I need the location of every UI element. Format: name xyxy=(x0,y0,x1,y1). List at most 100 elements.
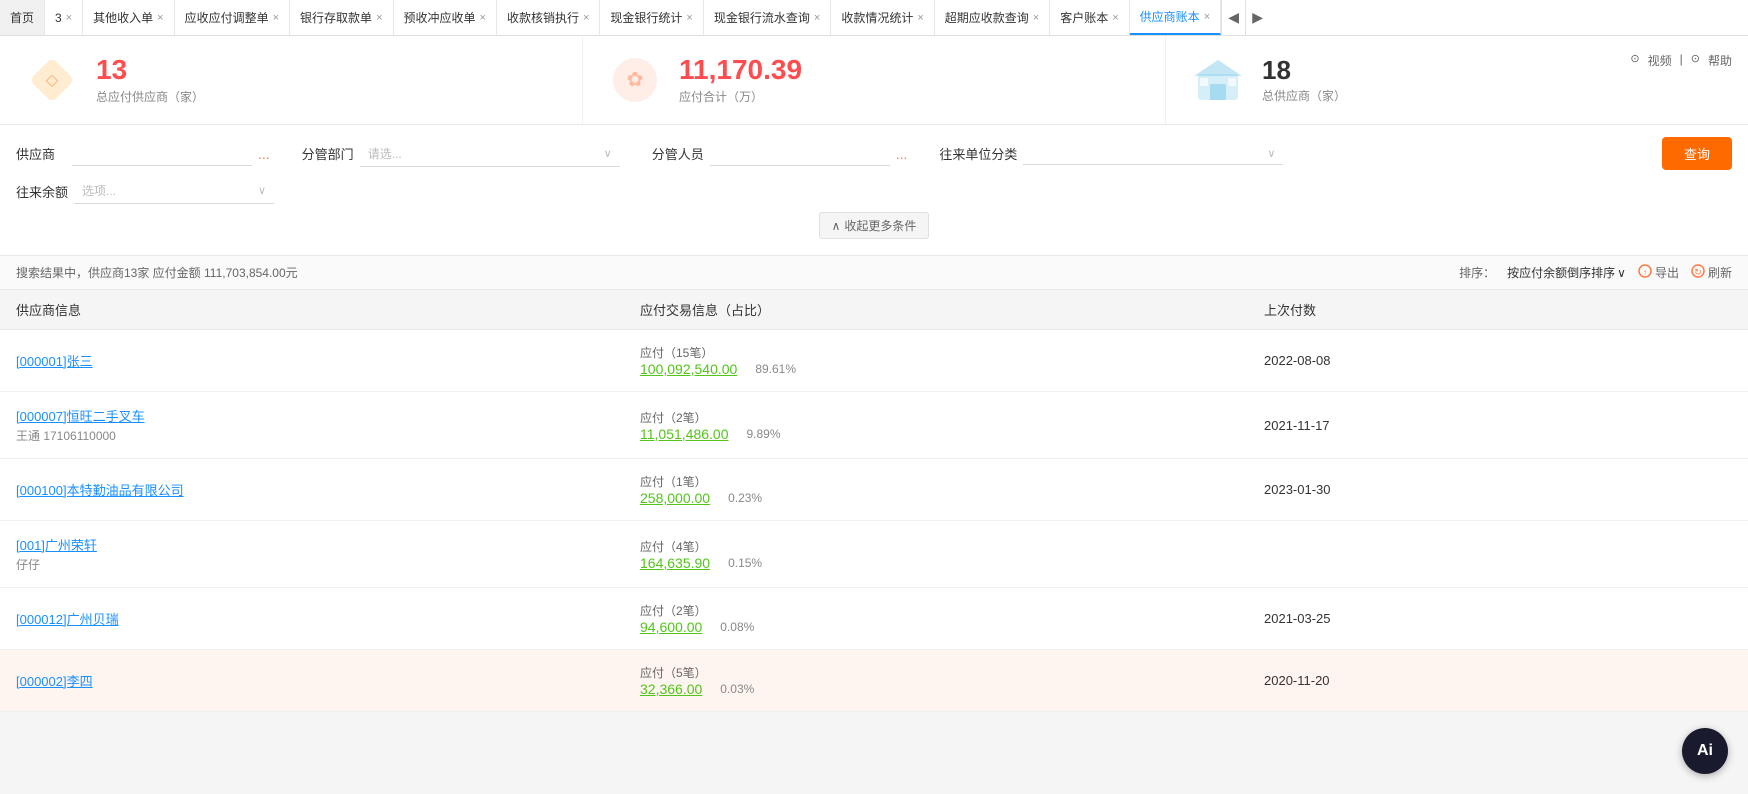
filter-balance: 往来余额 选项... ∨ xyxy=(16,178,274,204)
last-pay-cell-3: 2023-01-30 xyxy=(1264,482,1732,497)
summary-icon-3 xyxy=(1190,52,1246,108)
supplier-sub-4: 仔仔 xyxy=(16,556,640,573)
query-button[interactable]: 查询 xyxy=(1662,137,1732,170)
video-link[interactable]: 视频 xyxy=(1648,52,1672,69)
collapse-label: 收起更多条件 xyxy=(844,217,916,234)
nav-left-arrow[interactable]: ◀ xyxy=(1221,0,1245,35)
close-icon[interactable]: × xyxy=(376,12,382,24)
tx-amount-4[interactable]: 164,635.90 xyxy=(640,555,710,571)
sort-prefix-label: 排序： xyxy=(1459,264,1495,281)
person-filter-label: 分管人员 xyxy=(652,144,704,163)
close-icon[interactable]: × xyxy=(583,12,589,24)
nav-tab-3[interactable]: 3 × xyxy=(45,0,83,35)
col-tx-info: 应付交易信息（占比） xyxy=(640,300,1264,319)
supplier-cell-4: [001]广州荣轩 仔仔 xyxy=(16,535,640,573)
summary-icon-2: ✿ xyxy=(607,52,663,108)
nav-bank-deposit[interactable]: 银行存取款单 × xyxy=(290,0,393,35)
tx-amount-3[interactable]: 258,000.00 xyxy=(640,490,710,506)
supplier-link-3[interactable]: [000100]本特勤油品有限公司 xyxy=(16,480,640,499)
filter-category: 往来单位分类 ∨ xyxy=(939,143,1283,165)
collapse-button[interactable]: ∧ 收起更多条件 xyxy=(819,212,930,239)
nav-ap-adjust[interactable]: 应收应付调整单 × xyxy=(175,0,290,35)
tx-amount-2[interactable]: 11,051,486.00 xyxy=(640,426,729,442)
balance-placeholder: 选项... xyxy=(82,182,116,199)
close-icon[interactable]: × xyxy=(686,12,692,24)
nav-collection-exec[interactable]: 收款核销执行 × xyxy=(497,0,600,35)
summary-text-3: 18 总供应商（家） xyxy=(1262,57,1346,104)
tx-percent-6: 0.03% xyxy=(720,682,754,696)
sort-value-button[interactable]: 按应付余额倒序排序 ∨ xyxy=(1507,264,1626,281)
person-ellipsis[interactable]: ... xyxy=(896,146,908,162)
close-icon[interactable]: × xyxy=(1204,11,1210,23)
supplier-filter-input[interactable] xyxy=(72,142,252,166)
tx-amount-5[interactable]: 94,600.00 xyxy=(640,619,702,635)
nav-cash-bank-flow[interactable]: 现金银行流水查询 × xyxy=(704,0,831,35)
overdue-query-label: 超期应收款查询 xyxy=(945,9,1029,26)
summary-bar: ◇ 13 总应付供应商（家） ✿ 11,170.39 应付合计（万） xyxy=(0,36,1748,125)
nav-customer-ledger[interactable]: 客户账本 × xyxy=(1050,0,1129,35)
summary-icon-1: ◇ xyxy=(24,52,80,108)
help-icon: ⊙ xyxy=(1691,52,1700,69)
rice-icon: ✿ xyxy=(607,52,663,108)
tx-label-4: 应付（4笔） xyxy=(640,538,1264,555)
tx-cell-4: 应付（4笔） 164,635.90 0.15% xyxy=(640,538,1264,571)
balance-chevron-icon: ∨ xyxy=(258,184,266,197)
payable-total-label: 应付合计（万） xyxy=(679,88,802,105)
nav-right-arrow[interactable]: ▶ xyxy=(1245,0,1269,35)
ai-badge[interactable]: Ai xyxy=(1682,728,1728,774)
supplier-link-5[interactable]: [000012]广州贝瑞 xyxy=(16,609,640,628)
close-icon[interactable]: × xyxy=(480,12,486,24)
close-icon[interactable]: × xyxy=(814,12,820,24)
nav-supplier-ledger[interactable]: 供应商账本 × xyxy=(1130,0,1221,35)
table-row: [001]广州荣轩 仔仔 应付（4笔） 164,635.90 0.15% xyxy=(0,521,1748,588)
supplier-ellipsis[interactable]: ... xyxy=(258,146,270,162)
export-button[interactable]: ↑ 导出 xyxy=(1638,264,1679,281)
bank-deposit-label: 银行存取款单 xyxy=(300,9,372,26)
nav-collection-stat[interactable]: 收款情况统计 × xyxy=(831,0,934,35)
table-row: [000001]张三 应付（15笔） 100,092,540.00 89.61%… xyxy=(0,330,1748,392)
close-icon[interactable]: × xyxy=(66,12,72,24)
nav-home[interactable]: 首页 xyxy=(0,0,45,35)
summary-card-payable-total: ✿ 11,170.39 应付合计（万） xyxy=(583,36,1166,124)
nav-other-income[interactable]: 其他收入单 × xyxy=(83,0,174,35)
export-label: 导出 xyxy=(1655,264,1679,281)
nav-cash-bank-stat[interactable]: 现金银行统计 × xyxy=(600,0,703,35)
close-icon[interactable]: × xyxy=(1033,12,1039,24)
close-icon[interactable]: × xyxy=(917,12,923,24)
supplier-link-6[interactable]: [000002]李四 xyxy=(16,671,640,690)
help-link[interactable]: 帮助 xyxy=(1708,52,1732,69)
tx-percent-2: 9.89% xyxy=(747,427,781,441)
nav-advance-collect[interactable]: 预收冲应收单 × xyxy=(394,0,497,35)
last-pay-date-2: 2021-11-17 xyxy=(1264,418,1330,433)
person-filter-input[interactable] xyxy=(710,142,890,166)
tx-cell-5: 应付（2笔） 94,600.00 0.08% xyxy=(640,602,1264,635)
tx-row-5: 94,600.00 0.08% xyxy=(640,619,1264,635)
tx-cell-3: 应付（1笔） 258,000.00 0.23% xyxy=(640,473,1264,506)
store-icon xyxy=(1190,52,1246,108)
dept-filter-select[interactable]: 请选... ∨ xyxy=(360,141,620,167)
refresh-button[interactable]: ↻ 刷新 xyxy=(1691,264,1732,281)
tx-row-1: 100,092,540.00 89.61% xyxy=(640,361,1264,377)
supplier-link-2[interactable]: [000007]恒旺二手叉车 xyxy=(16,406,640,425)
balance-filter-select[interactable]: 选项... ∨ xyxy=(74,178,274,204)
table-header: 供应商信息 应付交易信息（占比） 上次付数 xyxy=(0,290,1748,330)
tx-label-6: 应付（5笔） xyxy=(640,664,1264,681)
nav-overdue-query[interactable]: 超期应收款查询 × xyxy=(935,0,1050,35)
last-pay-cell-6: 2020-11-20 xyxy=(1264,673,1732,688)
category-filter-select[interactable]: ∨ xyxy=(1023,143,1283,165)
supplier-link-4[interactable]: [001]广州荣轩 xyxy=(16,535,640,554)
supplier-link-1[interactable]: [000001]张三 xyxy=(16,351,640,370)
tx-amount-6[interactable]: 32,366.00 xyxy=(640,681,702,697)
refresh-icon: ↻ xyxy=(1691,264,1705,281)
last-pay-cell-1: 2022-08-08 xyxy=(1264,353,1732,368)
close-icon[interactable]: × xyxy=(273,12,279,24)
svg-text:✿: ✿ xyxy=(627,69,644,91)
close-icon[interactable]: × xyxy=(1112,12,1118,24)
payable-suppliers-count: 13 xyxy=(96,56,204,84)
sort-value-label: 按应付余额倒序排序 xyxy=(1507,264,1615,281)
tx-amount-1[interactable]: 100,092,540.00 xyxy=(640,361,737,377)
supplier-ledger-label: 供应商账本 xyxy=(1140,8,1200,25)
filter-row-1: 供应商 ... 分管部门 请选... ∨ 分管人员 ... 往来单位分类 ∨ xyxy=(16,137,1732,170)
last-pay-date-6: 2020-11-20 xyxy=(1264,673,1330,688)
close-icon[interactable]: × xyxy=(157,12,163,24)
